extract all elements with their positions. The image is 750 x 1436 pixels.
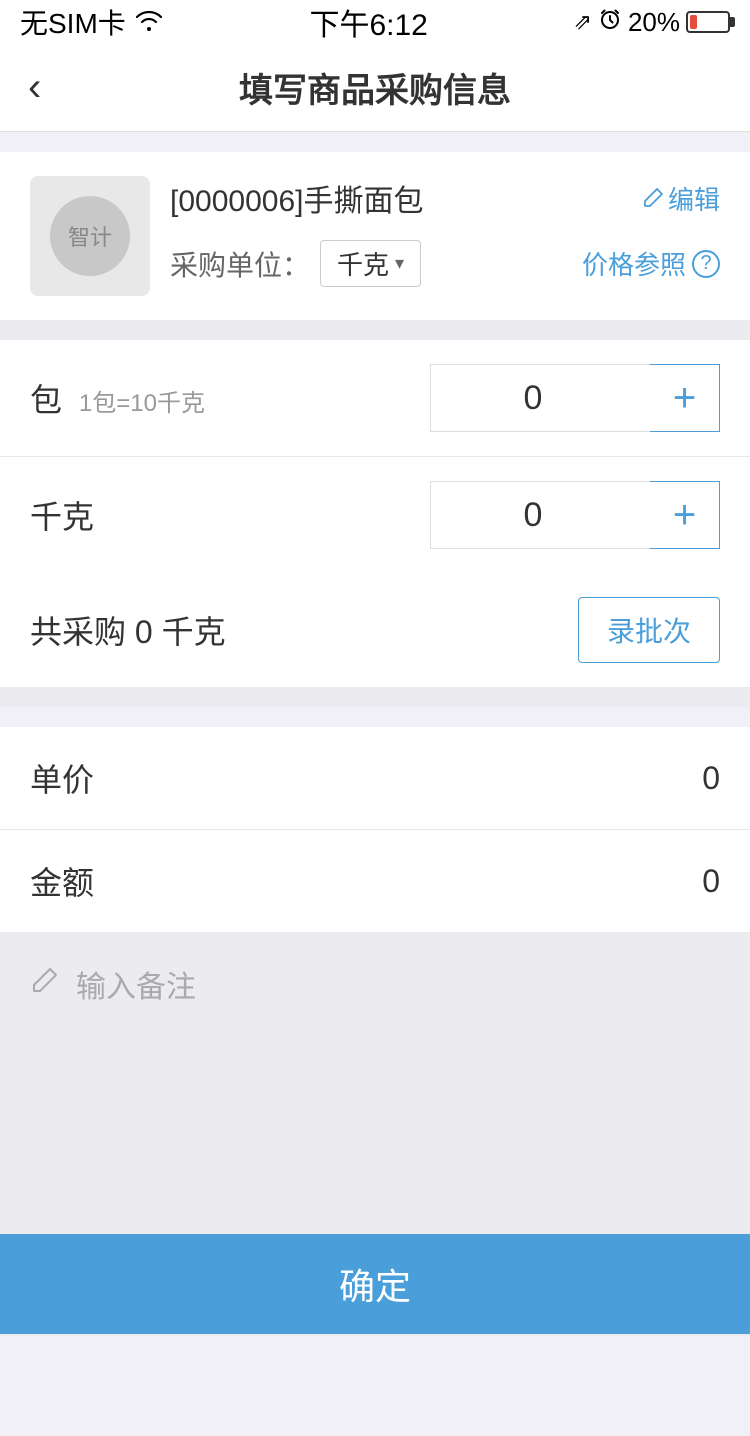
product-thumbnail: 智计: [30, 176, 150, 296]
unit-price-label: 单价: [30, 755, 94, 801]
purchase-unit-row: 采购单位： 千克 ▾ 价格参照 ?: [170, 240, 720, 287]
bag-input-row: 包 1包=10千克 +: [0, 340, 750, 457]
price-reference-button[interactable]: 价格参照 ?: [582, 245, 720, 282]
product-full-name: [0000006]手撕面包: [170, 176, 423, 220]
edit-label: 编辑: [668, 180, 720, 217]
status-left: 无SIM卡: [20, 2, 164, 42]
amount-value: 0: [702, 863, 720, 900]
page-title: 填写商品采购信息: [239, 63, 511, 112]
product-info: [0000006]手撕面包 编辑 采购单位： 千克 ▾ 价格参照 ?: [170, 176, 720, 287]
bag-quantity-input[interactable]: [430, 364, 650, 432]
battery-icon: [686, 11, 730, 33]
price-ref-help-icon: ?: [692, 250, 720, 278]
pencil-icon: [30, 965, 60, 1003]
kg-plus-button[interactable]: +: [650, 481, 720, 549]
battery-percent: 20%: [628, 7, 680, 38]
amount-label: 金额: [30, 858, 94, 904]
notes-section[interactable]: 输入备注: [0, 932, 750, 1036]
total-label: 共采购 0 千克: [30, 607, 226, 653]
kg-label-group: 千克: [30, 492, 94, 538]
bag-plus-button[interactable]: +: [650, 364, 720, 432]
product-thumb-logo: 智计: [50, 196, 130, 276]
status-right: ⇗ 20%: [574, 7, 730, 38]
confirm-button[interactable]: 确定: [0, 1234, 750, 1334]
kg-input-group: +: [430, 481, 720, 549]
bottom-spacer: [0, 1336, 750, 1436]
divider-2: [0, 687, 750, 707]
price-section: 单价 0 金额 0: [0, 727, 750, 932]
unit-price-row: 单价 0: [0, 727, 750, 830]
total-row: 共采购 0 千克 录批次: [0, 573, 750, 687]
thumb-logo-text: 智计: [68, 220, 112, 252]
carrier-text: 无SIM卡: [20, 2, 126, 42]
bag-label: 包: [30, 382, 62, 418]
nav-bar: ‹ 填写商品采购信息: [0, 44, 750, 132]
input-section: 包 1包=10千克 + 千克 +: [0, 340, 750, 573]
wifi-icon: [134, 6, 164, 38]
status-bar: 无SIM卡 下午6:12 ⇗ 20%: [0, 0, 750, 44]
time-display: 下午6:12: [309, 0, 427, 44]
edit-button[interactable]: 编辑: [642, 180, 720, 217]
unit-selector[interactable]: 千克 ▾: [320, 240, 421, 287]
alarm-icon: [598, 7, 622, 38]
divider-1: [0, 320, 750, 340]
kg-input-row: 千克 +: [0, 457, 750, 573]
batch-record-button[interactable]: 录批次: [578, 597, 720, 663]
unit-dropdown-icon: ▾: [395, 253, 404, 274]
unit-price-value: 0: [702, 760, 720, 797]
unit-value: 千克: [337, 245, 389, 282]
bag-label-group: 包 1包=10千克: [30, 375, 205, 421]
notes-placeholder: 输入备注: [76, 962, 196, 1006]
purchase-unit-label: 采购单位：: [170, 244, 310, 284]
kg-label: 千克: [30, 499, 94, 535]
product-name-row: [0000006]手撕面包 编辑: [170, 176, 720, 220]
battery-fill: [690, 15, 697, 29]
product-card: 智计 [0000006]手撕面包 编辑 采购单位： 千克 ▾ 价格参照: [0, 152, 750, 320]
kg-quantity-input[interactable]: [430, 481, 650, 549]
amount-row: 金额 0: [0, 830, 750, 932]
bag-sublabel: 1包=10千克: [79, 390, 205, 417]
back-button[interactable]: ‹: [28, 65, 41, 110]
location-icon: ⇗: [574, 9, 592, 35]
price-ref-label: 价格参照: [582, 245, 686, 282]
bag-input-group: +: [430, 364, 720, 432]
